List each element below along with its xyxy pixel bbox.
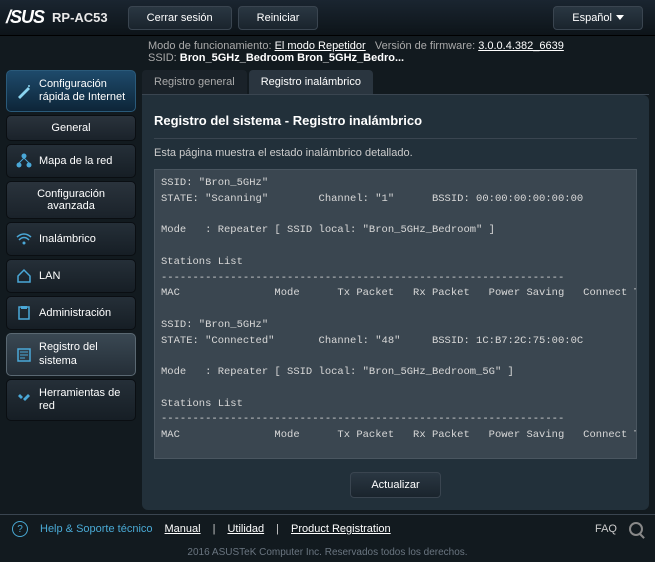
sidebar-admin-label: Administración [39,307,111,320]
tab-general-log[interactable]: Registro general [142,70,247,94]
sidebar-heading-advanced: Configuración avanzada [6,181,136,219]
page-title: Registro del sistema - Registro inalámbr… [154,107,637,139]
page-description: Esta página muestra el estado inalámbric… [154,147,637,159]
footer-bar: ? Help & Soporte técnico Manual | Utilid… [0,514,655,543]
logout-button[interactable]: Cerrar sesión [128,6,232,30]
tab-wireless-log[interactable]: Registro inalámbrico [249,70,373,94]
main-content: Registro general Registro inalámbrico Re… [142,70,649,510]
info-bar: Modo de funcionamiento: El modo Repetido… [0,36,655,70]
refresh-button[interactable]: Actualizar [350,472,440,498]
fw-label: Versión de firmware: [375,40,475,52]
brand-logo: /SUS [6,7,44,28]
sidebar-qis-label: Configuración rápida de Internet [39,78,127,104]
sidebar-item-netmap[interactable]: Mapa de la red [6,144,136,178]
registration-link[interactable]: Product Registration [291,523,391,535]
header-bar: /SUS RP-AC53 Cerrar sesión Reiniciar Esp… [0,0,655,36]
copyright-label: 2016 ASUSTeK Computer Inc. Reservados to… [0,543,655,562]
sidebar-nettools-label: Herramientas de red [39,387,127,413]
sidebar-item-admin[interactable]: Administración [6,296,136,330]
faq-label: FAQ [595,523,617,535]
tab-bar: Registro general Registro inalámbrico [142,70,649,95]
log-textarea[interactable] [154,169,637,459]
tools-icon [15,391,33,409]
sidebar-heading-general: General [6,115,136,141]
search-icon[interactable] [629,522,643,536]
mode-link[interactable]: El modo Repetidor [275,40,366,52]
wand-icon [15,82,33,100]
manual-link[interactable]: Manual [165,523,201,535]
fw-link[interactable]: 3.0.0.4.382_6639 [478,40,564,52]
sidebar-netmap-label: Mapa de la red [39,155,112,168]
help-label: Help & Soporte técnico [40,523,153,535]
language-label: Español [572,12,612,24]
sidebar-item-nettools[interactable]: Herramientas de red [6,379,136,421]
sidebar-lan-label: LAN [39,270,60,283]
clipboard-icon [15,304,33,322]
sidebar-wireless-label: Inalámbrico [39,233,96,246]
network-icon [15,152,33,170]
sidebar-item-lan[interactable]: LAN [6,259,136,293]
house-icon [15,267,33,285]
sidebar-item-qis[interactable]: Configuración rápida de Internet [6,70,136,112]
model-label: RP-AC53 [52,10,108,25]
help-icon: ? [12,521,28,537]
sidebar-syslog-label: Registro del sistema [39,341,127,367]
utility-link[interactable]: Utilidad [227,523,264,535]
sidebar: Configuración rápida de Internet General… [6,70,136,510]
sidebar-item-syslog[interactable]: Registro del sistema [6,333,136,375]
mode-label: Modo de funcionamiento: [148,40,272,52]
wifi-icon [15,230,33,248]
ssid-value: Bron_5GHz_Bedroom Bron_5GHz_Bedro... [180,52,404,64]
sidebar-item-wireless[interactable]: Inalámbrico [6,222,136,256]
chevron-down-icon [616,15,624,20]
reboot-button[interactable]: Reiniciar [238,6,319,30]
ssid-label: SSID: [148,52,177,64]
log-icon [15,346,33,364]
language-dropdown[interactable]: Español [553,6,643,30]
